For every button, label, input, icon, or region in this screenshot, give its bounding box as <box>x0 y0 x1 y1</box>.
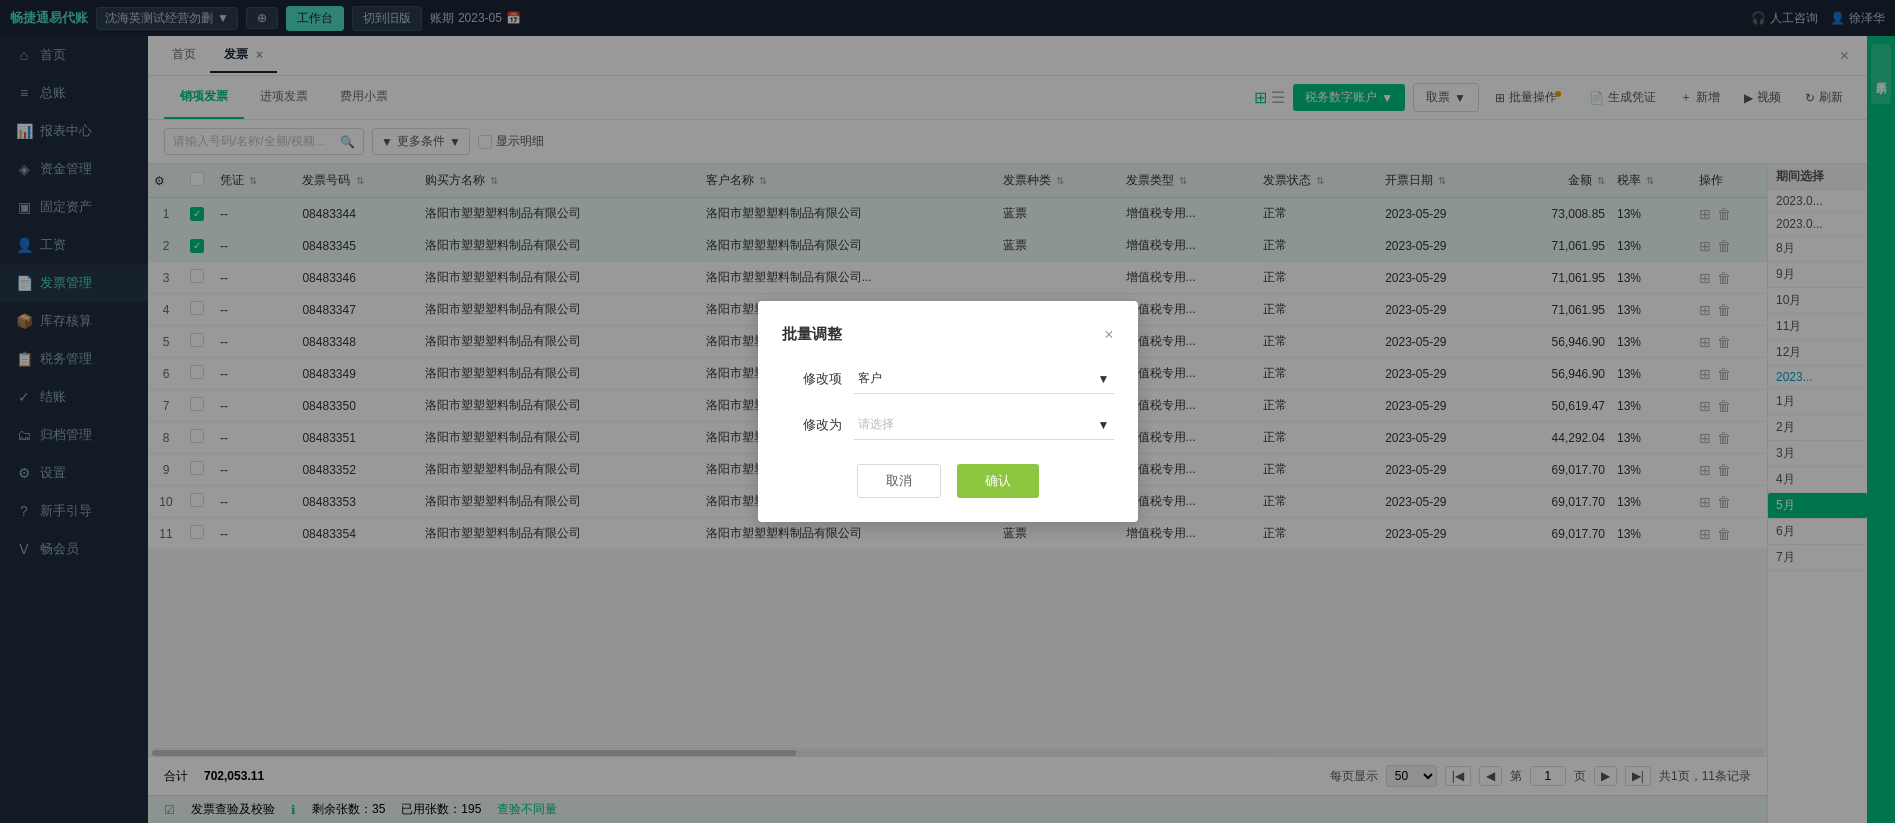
modal-header: 批量调整 × <box>782 325 1114 344</box>
modify-to-arrow: ▼ <box>1098 418 1110 432</box>
modify-field-arrow: ▼ <box>1098 372 1110 386</box>
modal-close-btn[interactable]: × <box>1104 326 1113 344</box>
batch-adjust-modal: 批量调整 × 修改项 客户 ▼ 修改为 请选择 ▼ 取消 确认 <box>758 301 1138 522</box>
modify-field-select[interactable]: 客户 ▼ <box>854 364 1114 394</box>
modify-to-row: 修改为 请选择 ▼ <box>782 410 1114 440</box>
modal-footer: 取消 确认 <box>782 464 1114 498</box>
modify-field-label: 修改项 <box>782 370 842 388</box>
modal-overlay[interactable]: 批量调整 × 修改项 客户 ▼ 修改为 请选择 ▼ 取消 确认 <box>0 0 1895 823</box>
modal-title: 批量调整 <box>782 325 842 344</box>
modify-field-row: 修改项 客户 ▼ <box>782 364 1114 394</box>
cancel-btn[interactable]: 取消 <box>857 464 941 498</box>
modify-to-label: 修改为 <box>782 416 842 434</box>
modify-field-value: 客户 <box>858 370 882 387</box>
confirm-btn[interactable]: 确认 <box>957 464 1039 498</box>
modify-to-select[interactable]: 请选择 ▼ <box>854 410 1114 440</box>
modify-to-placeholder: 请选择 <box>858 416 894 433</box>
